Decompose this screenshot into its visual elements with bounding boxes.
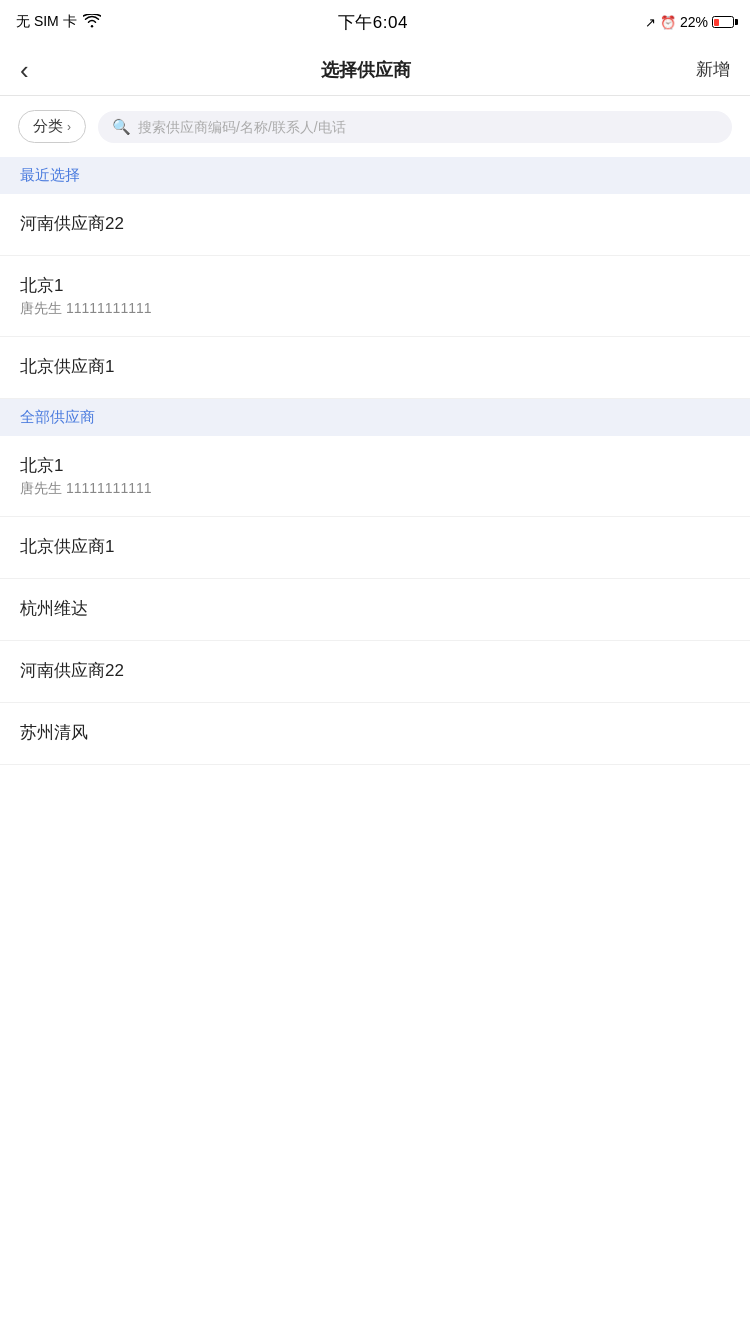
alarm-icon: ⏰: [660, 15, 676, 30]
category-filter-button[interactable]: 分类 ›: [18, 110, 86, 143]
sections-container: 最近选择河南供应商22 北京1 唐先生 11111111111 北京供应商1 全部供应商…: [0, 157, 750, 765]
battery-icon: [712, 16, 734, 28]
list-item[interactable]: 河南供应商22: [0, 641, 750, 703]
list-item[interactable]: 北京供应商1: [0, 517, 750, 579]
item-name: 北京1: [20, 274, 730, 297]
location-icon: ↗: [645, 15, 656, 30]
list-item[interactable]: 河南供应商22: [0, 194, 750, 256]
list-item[interactable]: 杭州维达: [0, 579, 750, 641]
section-label-all: 全部供应商: [20, 408, 95, 425]
section-header-all: 全部供应商: [0, 399, 750, 436]
chevron-right-icon: ›: [67, 120, 71, 134]
list-item[interactable]: 苏州清风: [0, 703, 750, 765]
item-name: 北京供应商1: [20, 535, 730, 558]
search-input[interactable]: [138, 119, 718, 135]
item-name: 苏州清风: [20, 721, 730, 744]
battery-percent: 22%: [680, 14, 708, 30]
status-bar: 无 SIM 卡 下午6:04 ↗ ⏰ 22%: [0, 0, 750, 44]
item-sub: 唐先生 11111111111: [20, 300, 730, 318]
list-item[interactable]: 北京1 唐先生 11111111111: [0, 256, 750, 337]
list-item[interactable]: 北京1 唐先生 11111111111: [0, 436, 750, 517]
new-action-button[interactable]: 新增: [696, 58, 730, 81]
sim-label: 无 SIM 卡: [16, 13, 77, 31]
section-label-recent: 最近选择: [20, 166, 80, 183]
page-title: 选择供应商: [37, 58, 696, 82]
status-right: ↗ ⏰ 22%: [645, 14, 734, 30]
item-name: 杭州维达: [20, 597, 730, 620]
item-name: 北京供应商1: [20, 355, 730, 378]
search-icon: 🔍: [112, 118, 131, 136]
nav-bar: ‹ 选择供应商 新增: [0, 44, 750, 96]
search-input-wrap: 🔍: [98, 111, 732, 143]
section-header-recent: 最近选择: [0, 157, 750, 194]
search-area: 分类 › 🔍: [0, 96, 750, 157]
item-name: 河南供应商22: [20, 659, 730, 682]
wifi-icon: [83, 14, 101, 31]
item-name: 河南供应商22: [20, 212, 730, 235]
status-time: 下午6:04: [338, 11, 408, 34]
item-sub: 唐先生 11111111111: [20, 480, 730, 498]
status-left: 无 SIM 卡: [16, 13, 101, 31]
item-name: 北京1: [20, 454, 730, 477]
category-label: 分类: [33, 117, 63, 136]
list-item[interactable]: 北京供应商1: [0, 337, 750, 399]
back-button[interactable]: ‹: [20, 53, 37, 87]
